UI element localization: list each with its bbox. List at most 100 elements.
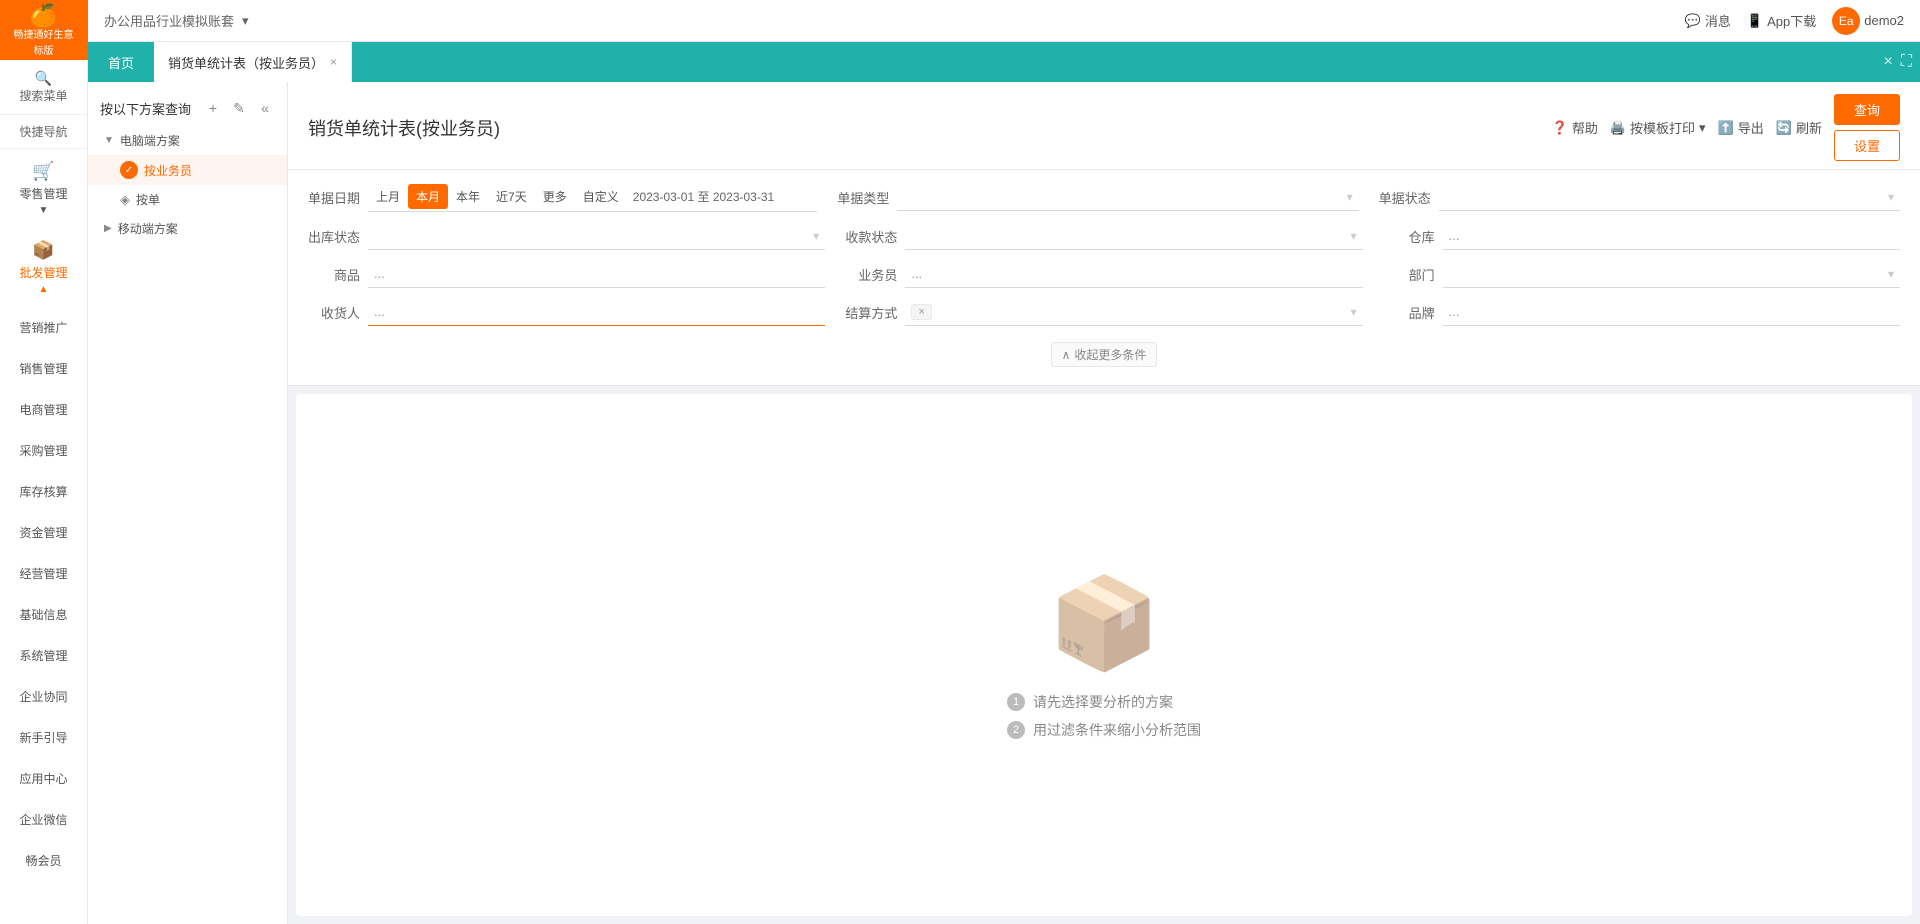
app-dropdown[interactable]: 办公用品行业模拟账套 ▾	[104, 11, 249, 30]
message-icon: 💬	[1685, 13, 1701, 29]
consignee-placeholder: ...	[374, 304, 819, 319]
tab-sales-stat[interactable]: 销货单统计表（按业务员） ×	[154, 42, 352, 82]
goods-control[interactable]: ...	[368, 260, 825, 288]
sidebar-item-newuser[interactable]: 新手引导	[0, 717, 87, 758]
basic-label: 基础信息	[19, 606, 67, 623]
message-btn[interactable]: 💬 消息	[1685, 11, 1731, 30]
brand-placeholder: ...	[1449, 304, 1894, 319]
newuser-label: 新手引导	[19, 729, 67, 746]
tree-item-mobile[interactable]: ▶ 移动端方案	[88, 214, 287, 243]
byorder-icon: ◈	[120, 192, 130, 208]
page-header: 销货单统计表(按业务员) ❓ 帮助 🖨️ 按模板打印 ▾ ⬆️ 导出	[288, 82, 1920, 170]
goods-placeholder: ...	[374, 266, 819, 281]
wechat-label: 企业微信	[19, 811, 67, 828]
date-btn-custom[interactable]: 自定义	[575, 184, 627, 209]
filter-row-4: 收货人 ... 结算方式 × ▾ 品牌 ...	[308, 298, 1900, 326]
sidebar-item-inventory[interactable]: 库存核算	[0, 471, 87, 512]
sidebar-item-wechat[interactable]: 企业微信	[0, 799, 87, 840]
tree-label-mobile: 移动端方案	[118, 220, 178, 237]
app-logo[interactable]: 🍊 畅捷通好生意 标版	[0, 0, 88, 60]
window-max-btn[interactable]: ⛶	[1901, 53, 1912, 71]
tree-label-byorder: 按单	[136, 191, 160, 208]
sidebar-item-appcenter[interactable]: 应用中心	[0, 758, 87, 799]
search-menu-label: 搜索菜单	[0, 87, 87, 104]
enterprise-label: 企业协同	[19, 688, 67, 705]
receiptstatus-control[interactable]: ▾	[905, 222, 1362, 250]
inventory-label: 库存核算	[19, 483, 67, 500]
date-btn-lastmonth[interactable]: 上月	[368, 184, 408, 209]
sidebar-item-retail[interactable]: 🛒 零售管理 ▼	[0, 149, 87, 228]
collapse-up-icon: ∧	[1062, 348, 1071, 362]
tab-bar: 首页 销货单统计表（按业务员） × × ⛶	[88, 42, 1920, 82]
date-label: 单据日期	[308, 188, 368, 207]
main-area: 办公用品行业模拟账套 ▾ 💬 消息 📱 App下载 Ea demo2 首页 销货…	[88, 0, 1920, 924]
collapse-label: 收起更多条件	[1074, 346, 1146, 363]
export-btn[interactable]: ⬆️ 导出	[1718, 118, 1764, 137]
sidebar-item-operations[interactable]: 经营管理	[0, 553, 87, 594]
step1-text: 请先选择要分析的方案	[1033, 692, 1173, 712]
print-btn[interactable]: 🖨️ 按模板打印 ▾	[1610, 118, 1706, 137]
consignee-control[interactable]: ...	[368, 298, 825, 326]
settlement-control[interactable]: × ▾	[905, 298, 1362, 326]
edit-scheme-btn[interactable]: ✎	[229, 98, 249, 118]
settings-button[interactable]: 设置	[1834, 130, 1900, 161]
sidebar-item-ecommerce[interactable]: 电商管理	[0, 389, 87, 430]
settlement-tag-close[interactable]: ×	[918, 306, 924, 318]
outstatus-label: 出库状态	[308, 227, 368, 246]
department-control[interactable]: ▾	[1443, 260, 1900, 288]
retail-icon: 🛒	[32, 161, 54, 182]
date-btn-thisyear[interactable]: 本年	[448, 184, 488, 209]
export-icon: ⬆️	[1718, 120, 1734, 136]
sidebar-item-member[interactable]: 畅会员	[0, 840, 87, 881]
add-scheme-btn[interactable]: +	[203, 98, 223, 118]
sidebar-item-purchase[interactable]: 采购管理	[0, 430, 87, 471]
tree-arrow-mobile: ▶	[104, 223, 112, 234]
page-header-actions: ❓ 帮助 🖨️ 按模板打印 ▾ ⬆️ 导出 🔄 刷新	[1552, 94, 1900, 161]
sidebar-item-marketing[interactable]: 营销推广	[0, 307, 87, 348]
search-menu[interactable]: 🔍 搜索菜单	[0, 60, 87, 115]
sidebar-item-system[interactable]: 系统管理	[0, 635, 87, 676]
collapse-icon: «	[261, 100, 269, 116]
app-download-btn[interactable]: 📱 App下载	[1747, 11, 1816, 30]
tree-item-desktop[interactable]: ▼ 电脑端方案	[88, 126, 287, 155]
docstatus-control[interactable]: ▾	[1439, 183, 1900, 211]
collapse-panel-btn[interactable]: «	[255, 98, 275, 118]
sales-label: 销售管理	[19, 360, 67, 377]
date-btn-thismonth[interactable]: 本月	[408, 184, 448, 209]
brand-control[interactable]: ...	[1443, 298, 1900, 326]
salesperson-control[interactable]: ...	[905, 260, 1362, 288]
tab-close-icon[interactable]: ×	[330, 55, 337, 69]
edit-icon: ✎	[233, 100, 245, 117]
docstatus-label: 单据状态	[1379, 188, 1439, 207]
tab-sales-stat-label: 销货单统计表（按业务员）	[168, 53, 324, 72]
tree-item-byorder[interactable]: ◈ 按单	[88, 185, 287, 214]
tab-home[interactable]: 首页	[88, 42, 154, 82]
window-close-btn[interactable]: ×	[1883, 53, 1892, 71]
sidebar-item-sales[interactable]: 销售管理	[0, 348, 87, 389]
query-button[interactable]: 查询	[1834, 94, 1900, 125]
refresh-btn[interactable]: 🔄 刷新	[1776, 118, 1822, 137]
empty-illustration: 📦	[1048, 571, 1160, 676]
sidebar-item-finance[interactable]: 资金管理	[0, 512, 87, 553]
outstatus-control[interactable]: ▾	[368, 222, 825, 250]
tab-home-label: 首页	[108, 53, 134, 72]
sidebar-item-wholesale[interactable]: 📦 批发管理 ▲	[0, 228, 87, 307]
refresh-icon: 🔄	[1776, 120, 1792, 136]
print-icon: 🖨️	[1610, 120, 1626, 136]
user-menu[interactable]: Ea demo2	[1832, 7, 1904, 35]
doctype-control[interactable]: ▾	[897, 183, 1358, 211]
date-btn-more[interactable]: 更多	[535, 184, 575, 209]
print-arrow: ▾	[1699, 120, 1706, 136]
date-filter-control[interactable]: 上月 本月 本年 近7天 更多 自定义 2023-03-01 至 2023-03…	[368, 182, 817, 212]
collapse-btn[interactable]: ∧ 收起更多条件	[1051, 342, 1158, 367]
member-label: 畅会员	[25, 852, 61, 869]
sidebar-item-enterprise[interactable]: 企业协同	[0, 676, 87, 717]
quick-nav[interactable]: 快捷导航	[0, 115, 87, 149]
sidebar-item-basic[interactable]: 基础信息	[0, 594, 87, 635]
department-label: 部门	[1383, 265, 1443, 284]
docstatus-arrow: ▾	[1888, 190, 1894, 204]
warehouse-control[interactable]: ...	[1443, 222, 1900, 250]
tree-item-salesperson[interactable]: ✓ 按业务员	[88, 155, 287, 185]
help-btn[interactable]: ❓ 帮助	[1552, 118, 1598, 137]
date-btn-7days[interactable]: 近7天	[488, 184, 535, 209]
